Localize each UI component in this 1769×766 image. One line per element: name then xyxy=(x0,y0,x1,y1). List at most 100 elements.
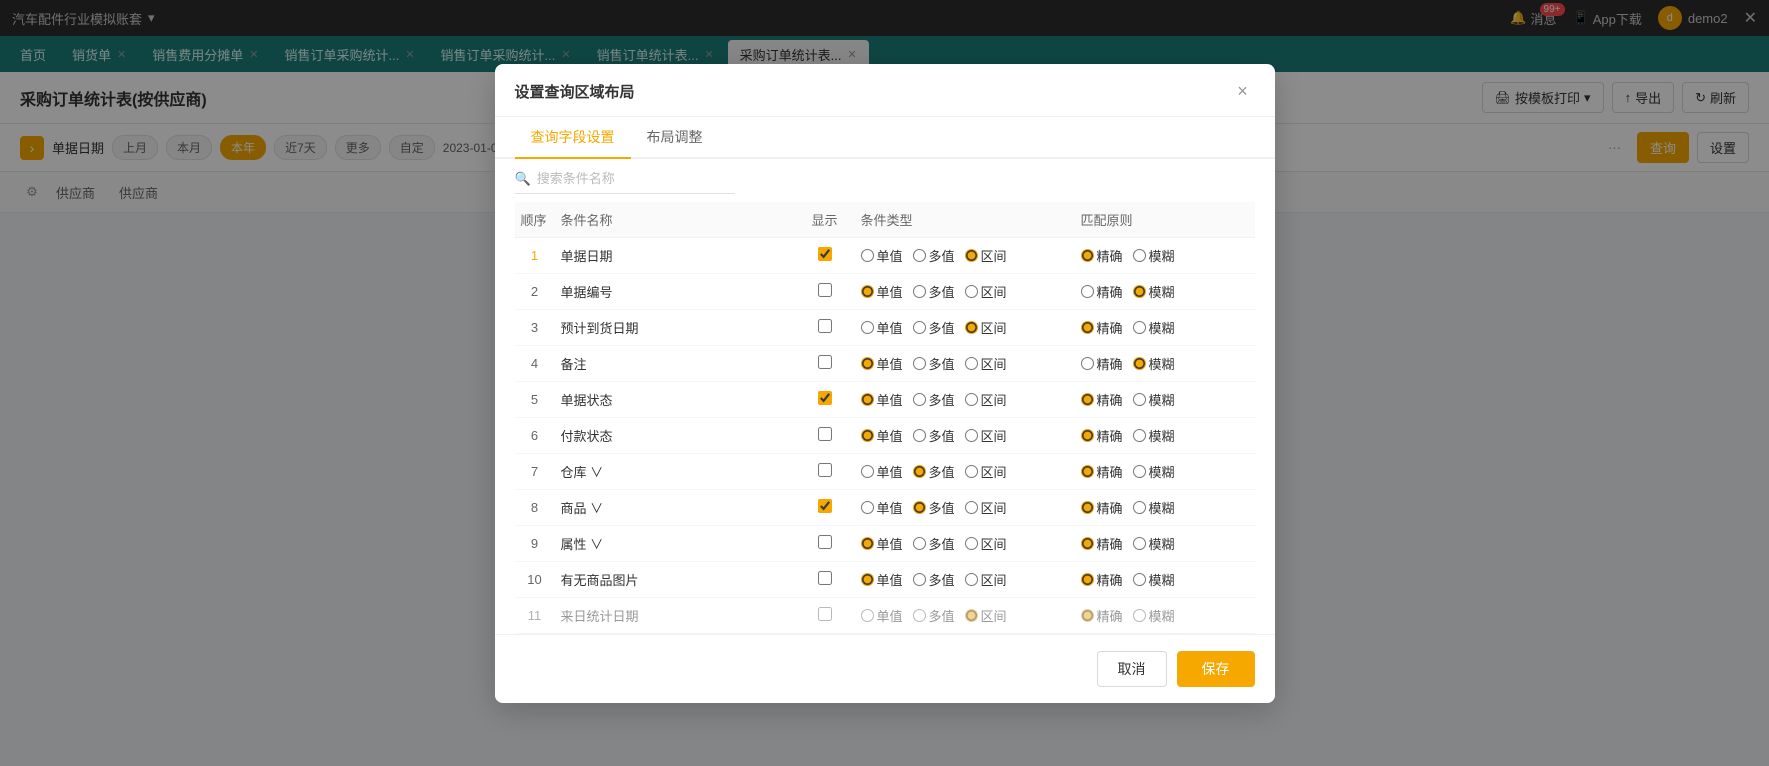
type-radio[interactable] xyxy=(965,357,978,370)
match-radio-item[interactable]: 模糊 xyxy=(1133,318,1175,337)
match-radio-item[interactable]: 精确 xyxy=(1081,534,1123,553)
cell-show[interactable] xyxy=(795,525,855,561)
match-radio[interactable] xyxy=(1081,285,1094,298)
type-radio-item[interactable]: 区间 xyxy=(965,426,1007,445)
search-input[interactable] xyxy=(537,171,735,186)
cell-show[interactable] xyxy=(795,561,855,597)
show-checkbox[interactable] xyxy=(818,499,832,513)
type-radio-item[interactable]: 单值 xyxy=(861,282,903,301)
cell-show[interactable] xyxy=(795,309,855,345)
match-radio[interactable] xyxy=(1133,465,1146,478)
type-radio[interactable] xyxy=(965,573,978,586)
type-radio[interactable] xyxy=(965,465,978,478)
type-radio[interactable] xyxy=(913,357,926,370)
match-radio-item[interactable]: 模糊 xyxy=(1133,282,1175,301)
match-radio-item[interactable]: 精确 xyxy=(1081,606,1123,625)
cell-show[interactable] xyxy=(795,453,855,489)
match-radio[interactable] xyxy=(1133,429,1146,442)
type-radio[interactable] xyxy=(965,609,978,622)
type-radio[interactable] xyxy=(913,321,926,334)
match-radio[interactable] xyxy=(1133,537,1146,550)
cell-show[interactable] xyxy=(795,489,855,525)
match-radio[interactable] xyxy=(1133,573,1146,586)
cell-show[interactable] xyxy=(795,345,855,381)
type-radio[interactable] xyxy=(913,501,926,514)
match-radio[interactable] xyxy=(1081,393,1094,406)
cancel-button[interactable]: 取消 xyxy=(1097,651,1167,687)
show-checkbox[interactable] xyxy=(818,391,832,405)
type-radio[interactable] xyxy=(861,465,874,478)
show-checkbox[interactable] xyxy=(818,319,832,333)
type-radio-item[interactable]: 单值 xyxy=(861,606,903,625)
type-radio-item[interactable]: 多值 xyxy=(913,570,955,589)
tab-query-fields[interactable]: 查询字段设置 xyxy=(515,117,631,159)
type-radio-item[interactable]: 单值 xyxy=(861,390,903,409)
match-radio[interactable] xyxy=(1133,249,1146,262)
match-radio[interactable] xyxy=(1081,249,1094,262)
match-radio[interactable] xyxy=(1133,285,1146,298)
type-radio-item[interactable]: 单值 xyxy=(861,426,903,445)
show-checkbox[interactable] xyxy=(818,283,832,297)
show-checkbox[interactable] xyxy=(818,463,832,477)
match-radio-item[interactable]: 模糊 xyxy=(1133,606,1175,625)
type-radio-item[interactable]: 单值 xyxy=(861,354,903,373)
type-radio-item[interactable]: 多值 xyxy=(913,390,955,409)
type-radio-item[interactable]: 多值 xyxy=(913,606,955,625)
type-radio-item[interactable]: 多值 xyxy=(913,246,955,265)
save-button[interactable]: 保存 xyxy=(1177,651,1255,687)
type-radio-item[interactable]: 多值 xyxy=(913,498,955,517)
type-radio-item[interactable]: 区间 xyxy=(965,282,1007,301)
tab-layout-adjust[interactable]: 布局调整 xyxy=(631,117,719,159)
type-radio-item[interactable]: 区间 xyxy=(965,462,1007,481)
match-radio-item[interactable]: 精确 xyxy=(1081,390,1123,409)
type-radio-item[interactable]: 区间 xyxy=(965,246,1007,265)
type-radio-item[interactable]: 单值 xyxy=(861,534,903,553)
match-radio[interactable] xyxy=(1081,321,1094,334)
show-checkbox[interactable] xyxy=(818,247,832,261)
match-radio[interactable] xyxy=(1133,321,1146,334)
type-radio-item[interactable]: 区间 xyxy=(965,318,1007,337)
type-radio[interactable] xyxy=(861,393,874,406)
type-radio[interactable] xyxy=(861,249,874,262)
type-radio-item[interactable]: 区间 xyxy=(965,606,1007,625)
match-radio[interactable] xyxy=(1133,609,1146,622)
show-checkbox[interactable] xyxy=(818,607,832,621)
match-radio[interactable] xyxy=(1133,357,1146,370)
type-radio-item[interactable]: 单值 xyxy=(861,246,903,265)
cell-show[interactable] xyxy=(795,273,855,309)
type-radio[interactable] xyxy=(913,249,926,262)
show-checkbox[interactable] xyxy=(818,571,832,585)
match-radio-item[interactable]: 模糊 xyxy=(1133,246,1175,265)
type-radio-item[interactable]: 区间 xyxy=(965,390,1007,409)
cell-show[interactable] xyxy=(795,417,855,453)
match-radio-item[interactable]: 模糊 xyxy=(1133,534,1175,553)
type-radio-item[interactable]: 单值 xyxy=(861,462,903,481)
type-radio[interactable] xyxy=(965,249,978,262)
type-radio-item[interactable]: 多值 xyxy=(913,534,955,553)
type-radio[interactable] xyxy=(965,285,978,298)
type-radio-item[interactable]: 单值 xyxy=(861,570,903,589)
show-checkbox[interactable] xyxy=(818,427,832,441)
type-radio[interactable] xyxy=(965,537,978,550)
match-radio[interactable] xyxy=(1133,501,1146,514)
type-radio[interactable] xyxy=(861,357,874,370)
match-radio[interactable] xyxy=(1081,357,1094,370)
match-radio-item[interactable]: 模糊 xyxy=(1133,426,1175,445)
match-radio-item[interactable]: 精确 xyxy=(1081,246,1123,265)
type-radio-item[interactable]: 区间 xyxy=(965,354,1007,373)
type-radio-item[interactable]: 多值 xyxy=(913,426,955,445)
type-radio-item[interactable]: 多值 xyxy=(913,462,955,481)
match-radio-item[interactable]: 精确 xyxy=(1081,318,1123,337)
type-radio[interactable] xyxy=(861,429,874,442)
cell-show[interactable] xyxy=(795,381,855,417)
match-radio[interactable] xyxy=(1081,429,1094,442)
type-radio-item[interactable]: 多值 xyxy=(913,354,955,373)
type-radio-item[interactable]: 区间 xyxy=(965,498,1007,517)
match-radio-item[interactable]: 模糊 xyxy=(1133,354,1175,373)
match-radio-item[interactable]: 精确 xyxy=(1081,570,1123,589)
type-radio[interactable] xyxy=(861,321,874,334)
match-radio[interactable] xyxy=(1081,501,1094,514)
type-radio[interactable] xyxy=(965,429,978,442)
match-radio-item[interactable]: 精确 xyxy=(1081,498,1123,517)
dialog-close-button[interactable]: × xyxy=(1231,80,1255,104)
